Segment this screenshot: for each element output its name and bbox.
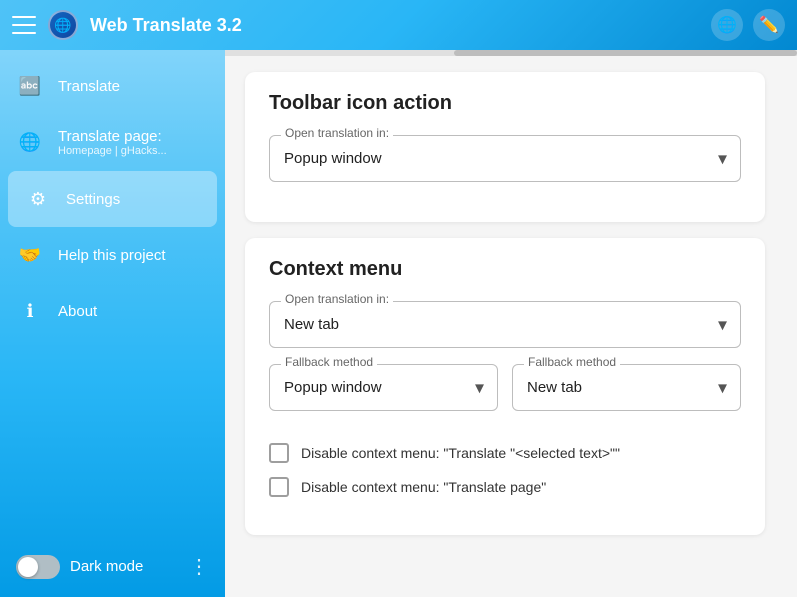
context-menu-open-translation-label: Open translation in: <box>281 292 393 306</box>
app-logo: 🌐 <box>48 10 78 40</box>
sidebar-item-translate-page-label: Translate page: <box>58 128 167 145</box>
checkbox-selected-text-label: Disable context menu: "Translate "<selec… <box>301 445 620 461</box>
toolbar-open-translation-select[interactable]: Popup window New tab Sidebar Current tab <box>269 135 741 182</box>
titlebar-actions: 🌐 ✏️ <box>711 9 785 41</box>
context-menu-section-title: Context menu <box>269 258 741 281</box>
sidebar-item-settings[interactable]: ⚙ Settings <box>8 171 217 227</box>
toolbar-open-translation-label: Open translation in: <box>281 126 393 140</box>
toolbar-section-title: Toolbar icon action <box>269 92 741 115</box>
app-title: Web Translate 3.2 <box>90 15 699 36</box>
dark-mode-toggle[interactable] <box>16 555 60 579</box>
info-icon: ℹ <box>16 297 44 325</box>
dark-mode-label: Dark mode <box>70 558 179 575</box>
checkbox-selected-text-row: Disable context menu: "Translate "<selec… <box>269 443 741 463</box>
fallback-left-wrapper: Popup window New tab Sidebar ▾ <box>269 364 498 411</box>
toolbar-open-translation-field: Open translation in: Popup window New ta… <box>269 135 741 182</box>
content-inner: Toolbar icon action Open translation in:… <box>225 56 785 567</box>
menu-icon[interactable] <box>12 16 36 34</box>
sidebar-item-help[interactable]: 🤝 Help this project <box>0 227 225 283</box>
scroll-indicator <box>225 50 797 56</box>
help-icon: 🤝 <box>16 241 44 269</box>
edit-icon-btn[interactable]: ✏️ <box>753 9 785 41</box>
sidebar-item-translate-page[interactable]: 🌐 Translate page: Homepage | gHacks... <box>0 114 225 171</box>
sidebar-item-help-label: Help this project <box>58 247 166 264</box>
globe-icon-btn[interactable]: 🌐 <box>711 9 743 41</box>
fallback-left-select[interactable]: Popup window New tab Sidebar <box>269 364 498 411</box>
fallback-right-field: Fallback method New tab Popup window Sid… <box>512 364 741 411</box>
scroll-thumb <box>454 50 797 56</box>
fallback-left-label: Fallback method <box>281 355 377 369</box>
toggle-thumb <box>18 557 38 577</box>
sidebar-item-translate[interactable]: 🔤 Translate <box>0 58 225 114</box>
context-menu-open-translation-select[interactable]: New tab Popup window Sidebar Current tab <box>269 301 741 348</box>
sidebar-item-translate-page-subtitle: Homepage | gHacks... <box>58 145 167 157</box>
translate-page-icon: 🌐 <box>16 129 44 157</box>
titlebar: 🌐 Web Translate 3.2 🌐 ✏️ <box>0 0 797 50</box>
toolbar-open-translation-dropdown-wrapper: Popup window New tab Sidebar Current tab… <box>269 135 741 182</box>
fallback-right-label: Fallback method <box>524 355 620 369</box>
sidebar: 🔤 Translate 🌐 Translate page: Homepage |… <box>0 50 225 597</box>
checkbox-translate-page-row: Disable context menu: "Translate page" <box>269 477 741 497</box>
checkbox-translate-page[interactable] <box>269 477 289 497</box>
sidebar-item-translate-label: Translate <box>58 78 120 95</box>
dark-mode-row: Dark mode ⋮ <box>0 544 225 589</box>
fallback-right-select[interactable]: New tab Popup window Sidebar <box>512 364 741 411</box>
fallback-methods-row: Fallback method Popup window New tab Sid… <box>269 364 741 427</box>
toolbar-section-card: Toolbar icon action Open translation in:… <box>245 72 765 222</box>
checkbox-selected-text[interactable] <box>269 443 289 463</box>
context-menu-section-card: Context menu Open translation in: New ta… <box>245 238 765 535</box>
context-menu-open-translation-field: Open translation in: New tab Popup windo… <box>269 301 741 348</box>
sidebar-item-about[interactable]: ℹ About <box>0 283 225 339</box>
fallback-right-wrapper: New tab Popup window Sidebar ▾ <box>512 364 741 411</box>
more-options-icon[interactable]: ⋮ <box>189 554 209 579</box>
checkbox-translate-page-label: Disable context menu: "Translate page" <box>301 479 546 495</box>
context-menu-open-translation-dropdown-wrapper: New tab Popup window Sidebar Current tab… <box>269 301 741 348</box>
sidebar-item-about-label: About <box>58 303 97 320</box>
sidebar-item-settings-label: Settings <box>66 191 120 208</box>
fallback-left-field: Fallback method Popup window New tab Sid… <box>269 364 498 411</box>
translate-icon: 🔤 <box>16 72 44 100</box>
content-area: Toolbar icon action Open translation in:… <box>225 50 797 597</box>
settings-icon: ⚙ <box>24 185 52 213</box>
main-layout: 🔤 Translate 🌐 Translate page: Homepage |… <box>0 50 797 597</box>
